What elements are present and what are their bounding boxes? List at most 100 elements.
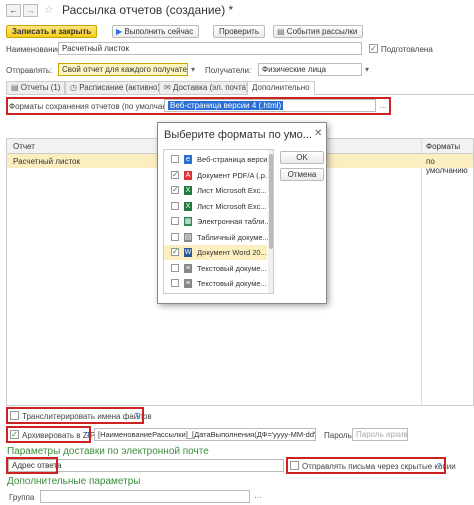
format-list-item[interactable]: ≡ Текстовый докуме... bbox=[164, 261, 267, 276]
tab-delivery-label: Доставка (эл. почта) bbox=[172, 83, 249, 92]
format-dialog: Выберите форматы по умо... ✕ e Веб-страни… bbox=[157, 122, 327, 304]
tab-additional[interactable]: Дополнительно bbox=[247, 81, 315, 95]
format-item-label: Веб-страница верси... bbox=[197, 155, 269, 164]
password-placeholder: Пароль архива bbox=[356, 430, 408, 439]
row-formats-cell: по умолчанию bbox=[426, 157, 468, 175]
tabs-baseline bbox=[6, 94, 474, 95]
format-list-item[interactable]: ▦ Электронная табли... bbox=[164, 214, 269, 229]
send-label: Отправлять: bbox=[6, 66, 53, 75]
format-item-label: Электронная табли... bbox=[197, 217, 269, 226]
col-report-header: Отчет bbox=[13, 142, 35, 151]
run-icon: ▶ bbox=[116, 27, 123, 36]
events-icon: ▤ bbox=[277, 27, 285, 36]
col-formats-header: Форматы bbox=[426, 142, 461, 151]
back-button[interactable]: ← bbox=[6, 4, 21, 17]
dialog-items: e Веб-страница верси... ✓ A Документ PDF/A (… bbox=[164, 152, 269, 292]
send-select[interactable]: Свой отчет для каждого получателя bbox=[58, 63, 188, 76]
clock-icon: ◷ bbox=[70, 83, 77, 92]
dialog-scroll-thumb[interactable] bbox=[269, 154, 273, 249]
tab-reports-label: Отчеты (1) bbox=[20, 83, 61, 92]
events-button[interactable]: ▤ События рассылки bbox=[273, 25, 364, 38]
hidden-copies-highlight bbox=[286, 457, 446, 474]
name-input[interactable]: Расчетный листок bbox=[58, 42, 362, 55]
format-item-label: Документ PDF/A (.p... bbox=[197, 170, 269, 180]
tab-reports[interactable]: ▤ Отчеты (1) bbox=[6, 81, 66, 94]
archive-highlight bbox=[6, 426, 91, 443]
pdf-icon: A bbox=[184, 170, 192, 180]
send-value: Свой отчет для каждого получателя bbox=[62, 65, 188, 74]
delivery-section-title: Параметры доставки по электронной почте bbox=[7, 446, 209, 457]
forward-button[interactable]: → bbox=[23, 4, 38, 17]
format-checkbox[interactable] bbox=[171, 263, 179, 272]
text-doc-icon: ≡ bbox=[184, 279, 192, 288]
send-dropdown-icon[interactable]: ▾ bbox=[191, 65, 195, 74]
format-list-item[interactable]: ▤ Табличный докуме... bbox=[164, 230, 269, 245]
tab-schedule-label: Расписание (активно) bbox=[79, 83, 161, 92]
web-icon: e bbox=[184, 155, 192, 164]
favorite-star-icon[interactable]: ☆ bbox=[44, 3, 54, 16]
group-label: Группа bbox=[9, 493, 35, 502]
password-input[interactable]: Пароль архива bbox=[352, 428, 408, 441]
format-item-label: Текстовый докуме... bbox=[197, 279, 267, 288]
group-input[interactable] bbox=[40, 490, 250, 503]
name-label: Наименование: bbox=[6, 45, 64, 54]
dialog-title: Выберите форматы по умо... bbox=[164, 129, 312, 141]
format-list-item[interactable]: ✓ X Лист Microsoft Exc... bbox=[164, 183, 267, 198]
format-checkbox[interactable] bbox=[171, 201, 179, 210]
format-item-label: Документ Word 20... bbox=[197, 248, 267, 257]
format-checkbox[interactable] bbox=[171, 232, 179, 241]
format-list-item[interactable]: X Лист Microsoft Exc... bbox=[164, 199, 267, 214]
recipients-label: Получатели: bbox=[205, 66, 252, 75]
run-now-label: Выполнить сейчас bbox=[124, 27, 194, 36]
additional-section-title: Дополнительные параметры bbox=[7, 476, 141, 487]
tab-schedule[interactable]: ◷ Расписание (активно) bbox=[65, 81, 166, 94]
arrow-right-icon: → bbox=[26, 5, 35, 15]
word-icon: W bbox=[184, 248, 192, 257]
dialog-ok-button[interactable]: OK bbox=[280, 151, 324, 164]
dialog-scrollbar[interactable] bbox=[268, 150, 273, 293]
format-list-item[interactable]: e Веб-страница верси... bbox=[164, 152, 269, 167]
format-checkbox[interactable] bbox=[171, 279, 179, 287]
format-checkbox[interactable]: ✓ bbox=[171, 170, 179, 179]
password-label: Пароль: bbox=[324, 431, 354, 440]
excel-icon: X bbox=[184, 186, 192, 195]
format-checkbox[interactable]: ✓ bbox=[171, 248, 179, 256]
format-item-label: Лист Microsoft Exc... bbox=[197, 201, 267, 211]
group-choose-icon[interactable]: … bbox=[254, 491, 262, 500]
table-doc-icon: ▤ bbox=[184, 232, 192, 242]
format-list-item[interactable]: ✓ A Документ PDF/A (.p... bbox=[164, 168, 269, 183]
tab-delivery[interactable]: ✉ Доставка (эл. почта) bbox=[159, 81, 254, 94]
col-divider bbox=[421, 139, 422, 405]
format-checkbox[interactable]: ✓ bbox=[171, 186, 179, 194]
recipients-select[interactable]: Физические лица bbox=[258, 63, 362, 76]
text-doc-icon: ≡ bbox=[184, 263, 192, 273]
prepared-label: Подготовлена bbox=[381, 45, 433, 54]
envelope-icon: ✉ bbox=[164, 83, 171, 92]
save-close-button[interactable]: Записать и закрыть bbox=[6, 25, 98, 38]
dialog-list: e Веб-страница верси... ✓ A Документ PDF/A (… bbox=[163, 149, 274, 294]
format-item-label: Лист Microsoft Exc... bbox=[197, 186, 267, 195]
excel-icon: X bbox=[184, 201, 192, 211]
reply-address-highlight bbox=[6, 457, 58, 474]
dialog-close-icon[interactable]: ✕ bbox=[314, 128, 322, 139]
check-button[interactable]: Проверить bbox=[213, 25, 266, 38]
transliterate-highlight bbox=[6, 407, 144, 424]
recipients-value: Физические лица bbox=[262, 65, 327, 74]
recipients-dropdown-icon[interactable]: ▾ bbox=[365, 65, 369, 74]
format-item-label: Табличный докуме... bbox=[197, 232, 269, 242]
report-tab-icon: ▤ bbox=[11, 83, 19, 92]
prepared-checkbox[interactable]: ✓ bbox=[369, 44, 378, 53]
arrow-left-icon: ← bbox=[9, 5, 18, 15]
events-label: События рассылки bbox=[286, 27, 358, 36]
spreadsheet-icon: ▦ bbox=[184, 217, 192, 226]
format-list-item[interactable]: ≡ Текстовый докуме... bbox=[164, 276, 267, 291]
format-checkbox[interactable] bbox=[171, 217, 179, 225]
run-now-button[interactable]: ▶ Выполнить сейчас bbox=[112, 25, 200, 38]
row-report-cell: Расчетный листок bbox=[13, 157, 80, 166]
format-item-label: Текстовый докуме... bbox=[197, 263, 267, 273]
format-checkbox[interactable] bbox=[171, 155, 179, 163]
dialog-cancel-button[interactable]: Отмена bbox=[280, 168, 324, 181]
format-list-item[interactable]: ✓ W Документ Word 20... bbox=[164, 245, 267, 260]
window-title: Рассылка отчетов (создание) * bbox=[62, 3, 234, 17]
archive-name-input[interactable]: [НаименованиеРассылки]_[ДатаВыполнения(Д… bbox=[94, 428, 316, 441]
